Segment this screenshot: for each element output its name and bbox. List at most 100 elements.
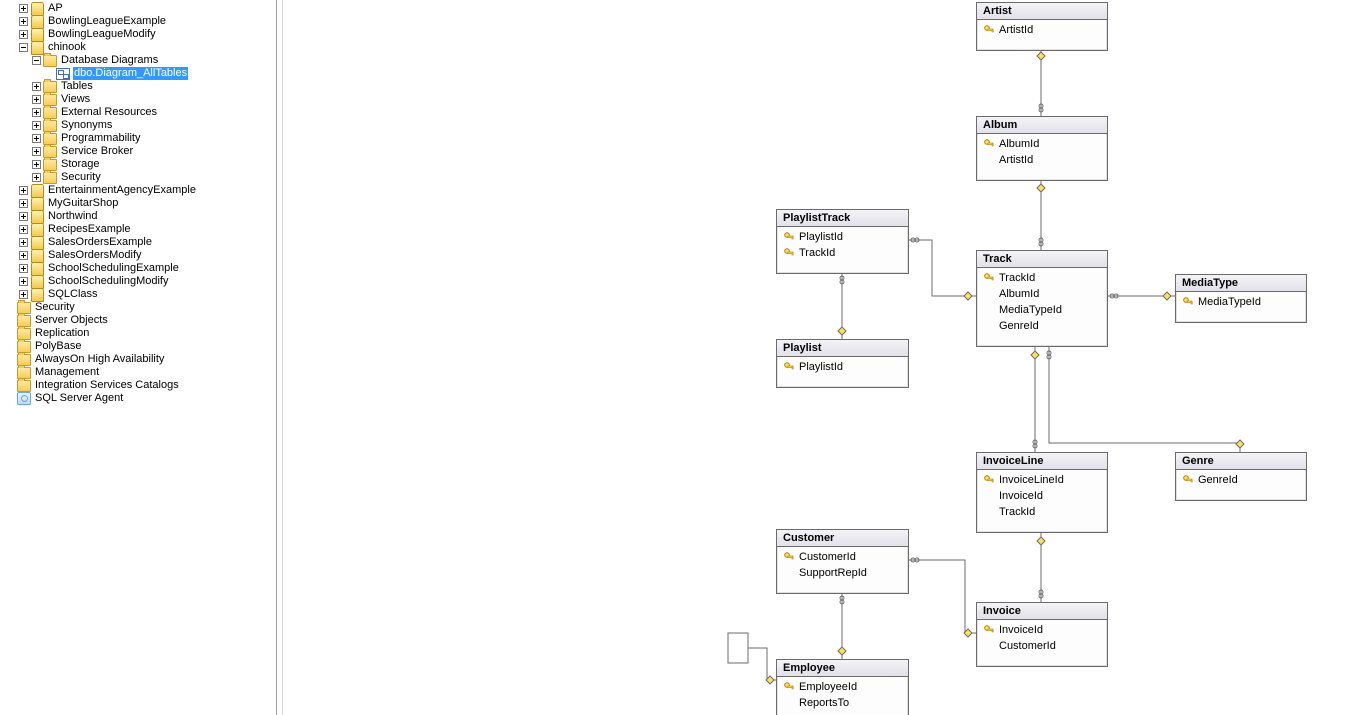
table-header[interactable]: MediaType xyxy=(1176,275,1306,292)
tree-item[interactable]: External Resources xyxy=(0,106,276,119)
tree-item-label[interactable]: Northwind xyxy=(47,210,99,223)
expand-icon[interactable] xyxy=(19,199,28,208)
tree-item[interactable]: Security xyxy=(0,301,276,314)
table-column[interactable]: AlbumId xyxy=(977,286,1107,302)
expand-icon[interactable] xyxy=(32,147,41,156)
tree-item[interactable]: Management xyxy=(0,366,276,379)
tree-item[interactable]: Northwind xyxy=(0,210,276,223)
tree-item-label[interactable]: Replication xyxy=(34,327,90,340)
tree-item-label[interactable]: RecipesExample xyxy=(47,223,132,236)
expand-icon[interactable] xyxy=(19,17,28,26)
collapse-icon[interactable] xyxy=(19,43,28,52)
tree-item[interactable]: SQL Server Agent xyxy=(0,392,276,405)
tree-item[interactable]: SalesOrdersExample xyxy=(0,236,276,249)
expand-icon[interactable] xyxy=(32,121,41,130)
tree-item[interactable]: Storage xyxy=(0,158,276,171)
expand-icon[interactable] xyxy=(19,277,28,286)
tree-item-label[interactable]: chinook xyxy=(47,41,87,54)
diagram-table-track[interactable]: TrackTrackIdAlbumIdMediaTypeIdGenreId xyxy=(976,250,1108,347)
tree-item[interactable]: SchoolSchedulingExample xyxy=(0,262,276,275)
table-column[interactable]: EmployeeId xyxy=(777,679,908,695)
expand-icon[interactable] xyxy=(19,290,28,299)
table-header[interactable]: InvoiceLine xyxy=(977,453,1107,470)
expand-icon[interactable] xyxy=(32,82,41,91)
tree-item-label[interactable]: Security xyxy=(34,301,76,314)
tree-item-label[interactable]: Database Diagrams xyxy=(60,54,159,67)
tree-item[interactable]: Service Broker xyxy=(0,145,276,158)
expand-icon[interactable] xyxy=(19,238,28,247)
tree-item[interactable]: Database Diagrams xyxy=(0,54,276,67)
tree-item[interactable]: Programmability xyxy=(0,132,276,145)
expand-icon[interactable] xyxy=(19,264,28,273)
tree-item-label[interactable]: Management xyxy=(34,366,100,379)
table-header[interactable]: Artist xyxy=(977,3,1107,20)
tree-item-label[interactable]: BowlingLeagueModify xyxy=(47,28,157,41)
table-header[interactable]: Album xyxy=(977,117,1107,134)
table-header[interactable]: Employee xyxy=(777,660,908,677)
tree-item-label[interactable]: AP xyxy=(47,2,64,15)
tree-item[interactable]: MyGuitarShop xyxy=(0,197,276,210)
expand-icon[interactable] xyxy=(32,108,41,117)
table-column[interactable]: TrackId xyxy=(777,245,908,261)
tree-item-label[interactable]: dbo.Diagram_AllTables xyxy=(73,67,188,80)
tree-item[interactable]: Synonyms xyxy=(0,119,276,132)
tree-item[interactable]: Replication xyxy=(0,327,276,340)
table-column[interactable]: ArtistId xyxy=(977,22,1107,38)
table-column[interactable]: ArtistId xyxy=(977,152,1107,168)
expand-icon[interactable] xyxy=(19,225,28,234)
tree-item[interactable]: SchoolSchedulingModify xyxy=(0,275,276,288)
tree-item-label[interactable]: External Resources xyxy=(60,106,158,119)
tree-item[interactable]: SQLClass xyxy=(0,288,276,301)
diagram-table-invoiceline[interactable]: InvoiceLine InvoiceLineIdInvoiceIdTrackId xyxy=(976,452,1108,533)
object-explorer-tree[interactable]: APBowlingLeagueExampleBowlingLeagueModif… xyxy=(0,0,276,715)
table-header[interactable]: Playlist xyxy=(777,340,908,357)
tree-item-label[interactable]: SalesOrdersModify xyxy=(47,249,143,262)
table-column[interactable]: CustomerId xyxy=(977,638,1107,654)
expand-icon[interactable] xyxy=(32,160,41,169)
tree-item[interactable]: SalesOrdersModify xyxy=(0,249,276,262)
table-column[interactable]: MediaTypeId xyxy=(1176,294,1306,310)
tree-item-label[interactable]: SalesOrdersExample xyxy=(47,236,153,249)
tree-item-label[interactable]: Views xyxy=(60,93,91,106)
expand-icon[interactable] xyxy=(32,173,41,182)
tree-item[interactable]: Integration Services Catalogs xyxy=(0,379,276,392)
table-column[interactable]: InvoiceId xyxy=(977,488,1107,504)
tree-item-label[interactable]: Service Broker xyxy=(60,145,134,158)
table-column[interactable]: GenreId xyxy=(977,318,1107,334)
tree-item-label[interactable]: BowlingLeagueExample xyxy=(47,15,167,28)
diagram-table-customer[interactable]: CustomerCustomerIdSupportRepId xyxy=(776,529,909,594)
tree-item-label[interactable]: Synonyms xyxy=(60,119,113,132)
tree-item[interactable]: Views xyxy=(0,93,276,106)
diagram-table-playlisttrack[interactable]: PlaylistTrackPlaylistIdTrackId xyxy=(776,209,909,274)
tree-item[interactable]: Security xyxy=(0,171,276,184)
diagram-table-playlist[interactable]: PlaylistPlaylistId xyxy=(776,339,909,388)
tree-item-label[interactable]: Integration Services Catalogs xyxy=(34,379,180,392)
tree-item-label[interactable]: SchoolSchedulingExample xyxy=(47,262,180,275)
tree-item-label[interactable]: SQLClass xyxy=(47,288,99,301)
diagram-table-invoice[interactable]: InvoiceInvoiceIdCustomerId xyxy=(976,602,1108,667)
collapse-icon[interactable] xyxy=(32,56,41,65)
tree-item[interactable]: BowlingLeagueModify xyxy=(0,28,276,41)
table-column[interactable]: InvoiceId xyxy=(977,622,1107,638)
tree-item-label[interactable]: PolyBase xyxy=(34,340,82,353)
table-column[interactable]: CustomerId xyxy=(777,549,908,565)
table-header[interactable]: Track xyxy=(977,251,1107,268)
tree-item-label[interactable]: EntertainmentAgencyExample xyxy=(47,184,197,197)
tree-item-label[interactable]: SQL Server Agent xyxy=(34,392,124,405)
table-column[interactable]: InvoiceLineId xyxy=(977,472,1107,488)
table-column[interactable]: PlaylistId xyxy=(777,229,908,245)
expand-icon[interactable] xyxy=(32,95,41,104)
table-column[interactable]: SupportRepId xyxy=(777,565,908,581)
splitter[interactable] xyxy=(276,0,283,715)
tree-item[interactable]: AP xyxy=(0,2,276,15)
database-diagram-canvas[interactable]: Artist ArtistId Album AlbumId ArtistId Playli… xyxy=(283,0,1362,715)
expand-icon[interactable] xyxy=(19,212,28,221)
table-column[interactable]: TrackId xyxy=(977,504,1107,520)
tree-item[interactable]: Server Objects xyxy=(0,314,276,327)
tree-item-label[interactable]: Storage xyxy=(60,158,101,171)
expand-icon[interactable] xyxy=(19,186,28,195)
tree-item-label[interactable]: MyGuitarShop xyxy=(47,197,119,210)
tree-item-label[interactable]: Server Objects xyxy=(34,314,109,327)
expand-icon[interactable] xyxy=(32,134,41,143)
expand-icon[interactable] xyxy=(19,4,28,13)
